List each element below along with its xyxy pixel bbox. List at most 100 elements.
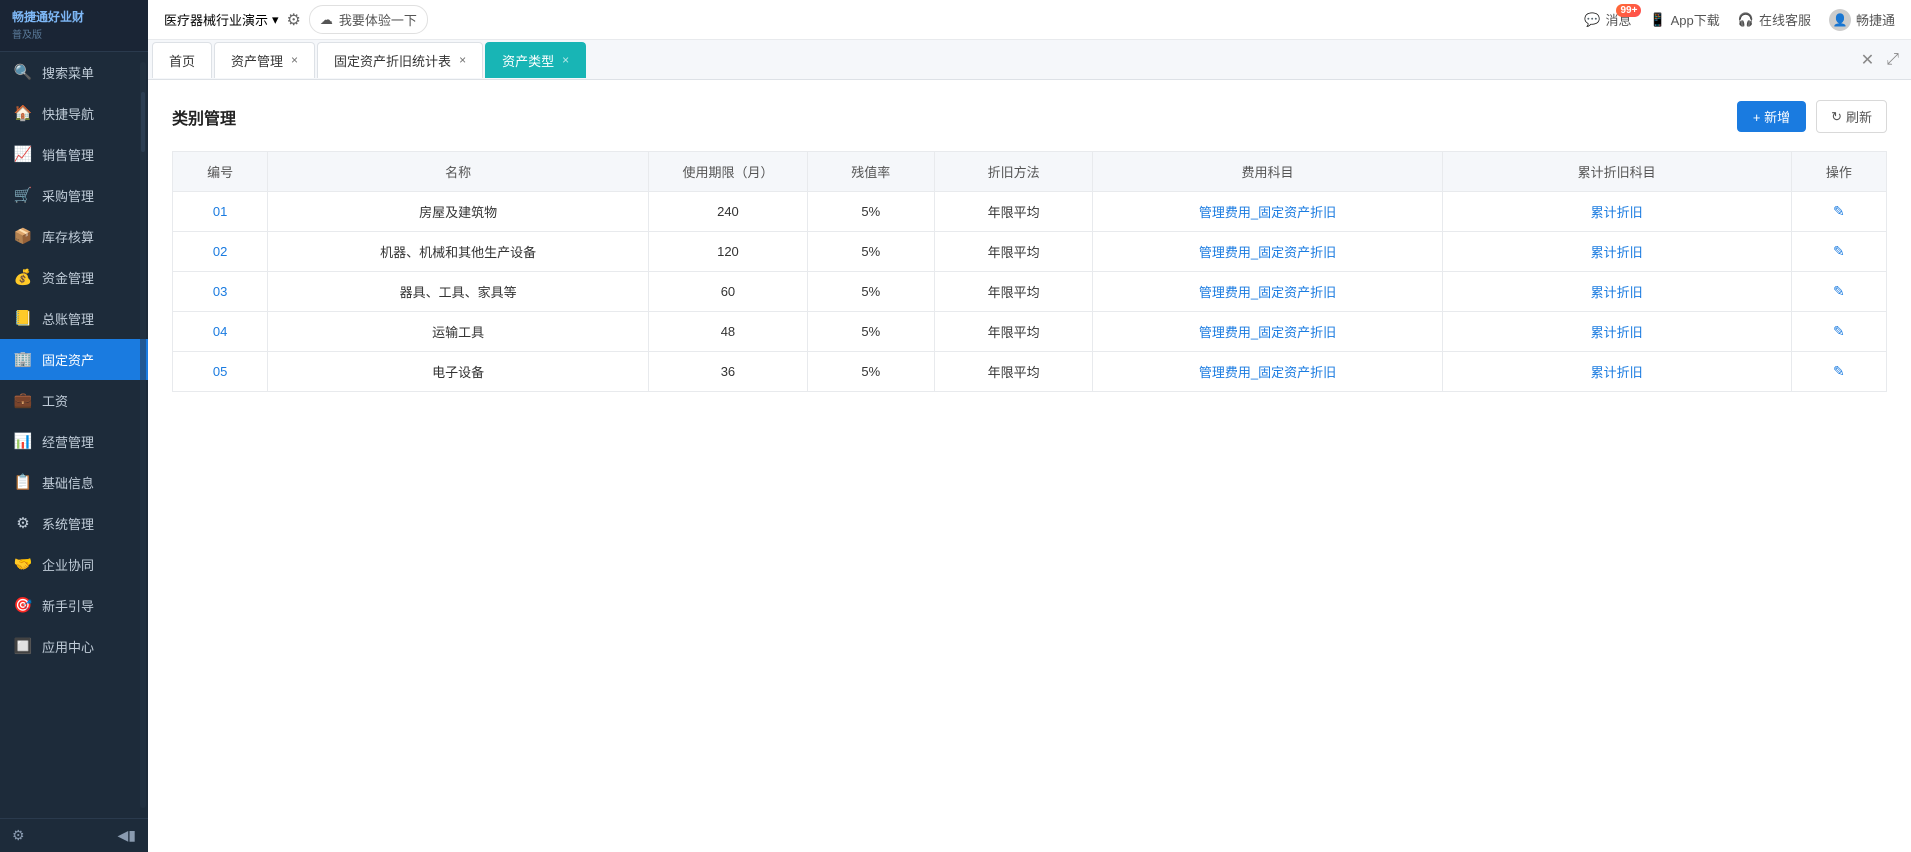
- dropdown-arrow-icon: ▾: [272, 12, 279, 28]
- tabs-right: ✕ ⤢: [1857, 46, 1911, 74]
- topbar: 医疗器械行业演示 ▾ ⚙ ☁ 我要体验一下 💬 消息 99+ 📱 App下载 🎧…: [148, 0, 1911, 40]
- cell-action-1: ✎: [1791, 232, 1886, 272]
- sidebar-item-工资[interactable]: 💼 工资: [0, 380, 148, 421]
- cell-period-2: 60: [649, 272, 808, 312]
- user-avatar-icon: 👤: [1829, 9, 1851, 31]
- sidebar-label-14: 应用中心: [42, 637, 94, 656]
- sidebar-item-经营管理[interactable]: 📊 经营管理: [0, 421, 148, 462]
- page-header: 类别管理 + 新增 ↻ 刷新: [172, 100, 1887, 133]
- cell-residual-0: 5%: [807, 192, 934, 232]
- sidebar-label-5: 资金管理: [42, 268, 94, 287]
- sidebar-icon-11: ⚙: [14, 514, 32, 532]
- sidebar-label-11: 系统管理: [42, 514, 94, 533]
- message-icon: 💬: [1584, 12, 1600, 28]
- table-row: 05 电子设备 36 5% 年限平均 管理费用_固定资产折旧 累计折旧 ✎: [173, 352, 1887, 392]
- new-button[interactable]: + 新增: [1737, 101, 1806, 132]
- sidebar-label-1: 快捷导航: [42, 104, 94, 123]
- sidebar-icon-12: 🤝: [14, 555, 32, 573]
- sidebar-item-系统管理[interactable]: ⚙ 系统管理: [0, 503, 148, 544]
- cell-method-0: 年限平均: [934, 192, 1093, 232]
- sidebar-item-资金管理[interactable]: 💰 资金管理: [0, 257, 148, 298]
- edit-icon-3[interactable]: ✎: [1833, 323, 1845, 339]
- topbar-message[interactable]: 💬 消息 99+: [1584, 10, 1631, 29]
- sidebar-item-总账管理[interactable]: 📒 总账管理: [0, 298, 148, 339]
- sidebar-item-应用中心[interactable]: 🔲 应用中心: [0, 626, 148, 667]
- edit-icon-4[interactable]: ✎: [1833, 363, 1845, 379]
- tab-asset-management-label: 资产管理: [231, 51, 283, 70]
- cell-residual-2: 5%: [807, 272, 934, 312]
- edit-icon-2[interactable]: ✎: [1833, 283, 1845, 299]
- cell-action-0: ✎: [1791, 192, 1886, 232]
- sidebar-label-10: 基础信息: [42, 473, 94, 492]
- sidebar-header: 畅捷通好业财 普及版: [0, 0, 148, 52]
- topbar-app-download[interactable]: 📱 App下载: [1649, 10, 1719, 29]
- tab-home-label: 首页: [169, 51, 195, 70]
- user-name-label: 畅捷通: [1856, 10, 1895, 29]
- sidebar-item-新手引导[interactable]: 🎯 新手引导: [0, 585, 148, 626]
- sidebar-item-搜索菜单[interactable]: 🔍 搜索菜单: [0, 52, 148, 93]
- cell-name-2: 器具、工具、家具等: [268, 272, 649, 312]
- sidebar-label-3: 采购管理: [42, 186, 94, 205]
- cell-action-4: ✎: [1791, 352, 1886, 392]
- sidebar-item-基础信息[interactable]: 📋 基础信息: [0, 462, 148, 503]
- col-code: 编号: [173, 152, 268, 192]
- sidebar-icon-8: 💼: [14, 391, 32, 409]
- topbar-settings-icon[interactable]: ⚙: [287, 10, 301, 30]
- sidebar-icon-9: 📊: [14, 432, 32, 450]
- topbar-user[interactable]: 👤 畅捷通: [1829, 9, 1895, 31]
- cell-period-1: 120: [649, 232, 808, 272]
- edit-icon-0[interactable]: ✎: [1833, 203, 1845, 219]
- tab-asset-management-close-icon[interactable]: ×: [291, 53, 298, 67]
- app-edition: 普及版: [12, 26, 84, 41]
- cell-accumulated-2: 累计折旧: [1442, 272, 1791, 312]
- sidebar-label-8: 工资: [42, 391, 68, 410]
- sidebar-item-采购管理[interactable]: 🛒 采购管理: [0, 175, 148, 216]
- experience-button[interactable]: ☁ 我要体验一下: [309, 5, 428, 34]
- tab-close-all-icon[interactable]: ✕: [1857, 46, 1878, 74]
- tab-asset-type-close-icon[interactable]: ×: [562, 53, 569, 67]
- collapse-icon[interactable]: ◀▮: [118, 827, 136, 844]
- table-body: 01 房屋及建筑物 240 5% 年限平均 管理费用_固定资产折旧 累计折旧 ✎…: [173, 192, 1887, 392]
- tab-home[interactable]: 首页: [152, 42, 212, 78]
- cell-method-3: 年限平均: [934, 312, 1093, 352]
- tab-expand-icon[interactable]: ⤢: [1882, 47, 1903, 73]
- topbar-customer-service[interactable]: 🎧 在线客服: [1738, 10, 1811, 29]
- topbar-left: 医疗器械行业演示 ▾ ⚙ ☁ 我要体验一下: [164, 5, 428, 34]
- sidebar-label-6: 总账管理: [42, 309, 94, 328]
- settings-icon[interactable]: ⚙: [12, 827, 25, 844]
- tab-asset-management[interactable]: 资产管理 ×: [214, 42, 315, 78]
- tab-asset-type[interactable]: 资产类型 ×: [485, 42, 586, 78]
- refresh-button[interactable]: ↻ 刷新: [1816, 100, 1887, 133]
- customer-service-icon: 🎧: [1738, 12, 1754, 28]
- edit-icon-1[interactable]: ✎: [1833, 243, 1845, 259]
- tab-depreciation-statistics-close-icon[interactable]: ×: [459, 53, 466, 67]
- sidebar-item-快捷导航[interactable]: 🏠 快捷导航: [0, 93, 148, 134]
- cell-code-3: 04: [173, 312, 268, 352]
- sidebar-icon-10: 📋: [14, 473, 32, 491]
- table-header-row: 编号 名称 使用期限（月） 残值率 折旧方法 费用科目 累计折旧科目 操作: [173, 152, 1887, 192]
- cell-action-3: ✎: [1791, 312, 1886, 352]
- sidebar-item-库存核算[interactable]: 📦 库存核算: [0, 216, 148, 257]
- sidebar-item-企业协同[interactable]: 🤝 企业协同: [0, 544, 148, 585]
- sidebar-item-销售管理[interactable]: 📈 销售管理: [0, 134, 148, 175]
- cell-name-4: 电子设备: [268, 352, 649, 392]
- company-selector[interactable]: 医疗器械行业演示 ▾: [164, 10, 279, 29]
- cell-code-4: 05: [173, 352, 268, 392]
- table-row: 01 房屋及建筑物 240 5% 年限平均 管理费用_固定资产折旧 累计折旧 ✎: [173, 192, 1887, 232]
- cell-method-2: 年限平均: [934, 272, 1093, 312]
- page-title: 类别管理: [172, 105, 236, 129]
- tab-depreciation-statistics[interactable]: 固定资产折旧统计表 ×: [317, 42, 483, 78]
- page-actions: + 新增 ↻ 刷新: [1737, 100, 1887, 133]
- company-name: 医疗器械行业演示: [164, 10, 268, 29]
- cell-accumulated-4: 累计折旧: [1442, 352, 1791, 392]
- sidebar-icon-4: 📦: [14, 227, 32, 245]
- cell-expense-4: 管理费用_固定资产折旧: [1093, 352, 1442, 392]
- sidebar-item-固定资产[interactable]: 🏢 固定资产: [0, 339, 148, 380]
- sidebar-footer: ⚙ ◀▮: [0, 818, 148, 852]
- sidebar-label-12: 企业协同: [42, 555, 94, 574]
- cloud-icon: ☁: [320, 12, 333, 28]
- sidebar-nav-list: 🔍 搜索菜单 🏠 快捷导航 📈 销售管理 🛒 采购管理 📦 库存核算 💰 资金管…: [0, 52, 148, 667]
- tabs-bar: 首页 资产管理 × 固定资产折旧统计表 × 资产类型 × ✕ ⤢: [148, 40, 1911, 80]
- col-expense: 费用科目: [1093, 152, 1442, 192]
- sidebar-scrollbar-thumb: [141, 92, 145, 152]
